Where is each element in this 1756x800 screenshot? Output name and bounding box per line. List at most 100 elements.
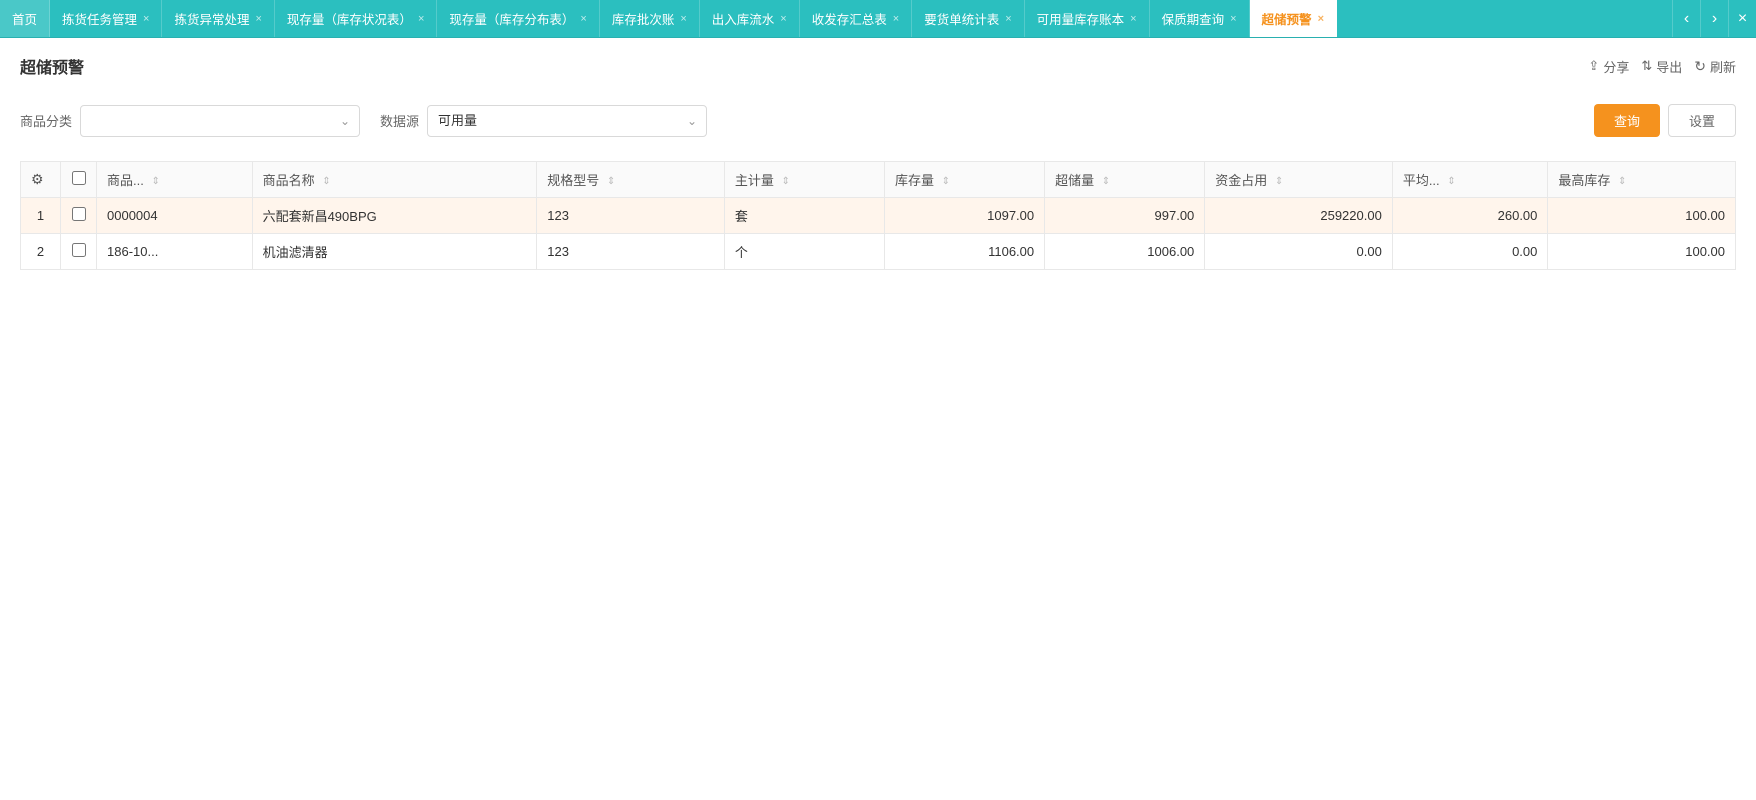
nav-item-close-icon[interactable]: ×: [893, 13, 899, 25]
refresh-label: 刷新: [1710, 57, 1736, 76]
sort-capital-icon[interactable]: ⇕: [1275, 176, 1283, 187]
category-filter-label: 商品分类: [20, 111, 72, 130]
col-header-settings: ⚙: [21, 162, 61, 198]
sort-stock-icon[interactable]: ⇕: [942, 176, 950, 187]
nav-item-label: 拣货任务管理: [62, 9, 137, 28]
filter-actions: 查询 设置: [1594, 104, 1736, 137]
col-header-spec-label: 规格型号: [547, 173, 599, 188]
share-button[interactable]: ⇪ 分享: [1588, 57, 1629, 76]
nav-item-----------[interactable]: 现存量（库存分布表） ×: [437, 0, 599, 38]
data-table: ⚙ 商品... ⇕ 商品名称 ⇕ 规格型号 ⇕ 主计量: [20, 161, 1736, 270]
gear-icon[interactable]: ⚙: [31, 171, 44, 187]
row-avg-cell: 260.00: [1392, 198, 1548, 234]
col-header-checkbox: [61, 162, 97, 198]
table-header-row: ⚙ 商品... ⇕ 商品名称 ⇕ 规格型号 ⇕ 主计量: [21, 162, 1736, 198]
table-row: 2186-10...机油滤清器123个1106.001006.000.000.0…: [21, 234, 1736, 270]
col-header-name: 商品名称 ⇕: [252, 162, 537, 198]
row-unit-cell: 个: [724, 234, 884, 270]
nav-item-label: 要货单统计表: [924, 9, 999, 28]
page-header: 超储预警 ⇪ 分享 ⇅ 导出 ↻ 刷新: [20, 54, 1736, 78]
sort-code-icon[interactable]: ⇕: [151, 176, 159, 187]
category-select[interactable]: [80, 105, 360, 137]
share-label: 分享: [1603, 57, 1629, 76]
category-filter-group: 商品分类 ⌄: [20, 105, 360, 137]
query-button[interactable]: 查询: [1594, 104, 1660, 137]
sort-spec-icon[interactable]: ⇕: [607, 176, 615, 187]
settings-button[interactable]: 设置: [1668, 104, 1736, 137]
sort-max-icon[interactable]: ⇕: [1618, 176, 1626, 187]
datasource-filter-group: 数据源 可用量 库存量 ⌄: [380, 105, 707, 137]
col-header-spec: 规格型号 ⇕: [537, 162, 725, 198]
row-spec-cell: 123: [537, 234, 725, 270]
col-header-max-label: 最高库存: [1558, 173, 1610, 188]
nav-item-------[interactable]: 要货单统计表 ×: [912, 0, 1024, 38]
nav-item-close-icon[interactable]: ×: [680, 13, 686, 25]
nav-arrows: ‹ › ×: [1672, 0, 1756, 38]
col-header-max: 最高库存 ⇕: [1548, 162, 1736, 198]
row-name-cell: 机油滤清器: [252, 234, 537, 270]
page-title: 超储预警: [20, 54, 84, 78]
refresh-button[interactable]: ↻ 刷新: [1694, 57, 1736, 76]
nav-item-close-icon[interactable]: ×: [780, 13, 786, 25]
col-header-unit: 主计量 ⇕: [724, 162, 884, 198]
row-checkbox[interactable]: [72, 207, 86, 221]
nav-item-close-icon[interactable]: ×: [1318, 13, 1324, 25]
row-over-cell: 997.00: [1045, 198, 1205, 234]
col-header-code-label: 商品...: [107, 173, 144, 188]
table-row: 10000004六配套新昌490BPG123套1097.00997.002592…: [21, 198, 1736, 234]
nav-item-label: 可用量库存账本: [1037, 9, 1125, 28]
export-button[interactable]: ⇅ 导出: [1641, 57, 1682, 76]
nav-item-----[interactable]: 超储预警 ×: [1250, 0, 1337, 38]
sort-avg-icon[interactable]: ⇕: [1447, 176, 1455, 187]
nav-item-label: 保质期查询: [1162, 9, 1225, 28]
row-checkbox-cell: [61, 198, 97, 234]
datasource-select[interactable]: 可用量 库存量: [427, 105, 707, 137]
nav-item-----------[interactable]: 现存量（库存状况表） ×: [275, 0, 437, 38]
nav-item-close-icon[interactable]: ×: [580, 13, 586, 25]
nav-item------[interactable]: 保质期查询 ×: [1150, 0, 1250, 38]
nav-item-close-icon[interactable]: ×: [255, 13, 261, 25]
nav-item-------[interactable]: 收发存汇总表 ×: [800, 0, 912, 38]
datasource-select-wrapper: 可用量 库存量 ⌄: [427, 105, 707, 137]
nav-item-close-icon[interactable]: ×: [1130, 13, 1136, 25]
nav-item-label: 拣货异常处理: [174, 9, 249, 28]
nav-prev-button[interactable]: ‹: [1672, 0, 1700, 38]
sort-name-icon[interactable]: ⇕: [322, 176, 330, 187]
nav-item------[interactable]: 库存批次账×: [600, 0, 700, 38]
nav-item-close-icon[interactable]: ×: [1230, 13, 1236, 25]
nav-item-------[interactable]: 拣货异常处理 ×: [162, 0, 274, 38]
nav-item-close-icon[interactable]: ×: [143, 13, 149, 25]
page-container: 超储预警 ⇪ 分享 ⇅ 导出 ↻ 刷新 商品分类 ⌄: [0, 38, 1756, 800]
nav-item------[interactable]: 出入库流水×: [700, 0, 800, 38]
row-index-cell: 1: [21, 198, 61, 234]
col-header-stock: 库存量 ⇕: [884, 162, 1044, 198]
row-checkbox-cell: [61, 234, 97, 270]
nav-item-------[interactable]: 拣货任务管理 ×: [50, 0, 162, 38]
top-navigation: 首页拣货任务管理×拣货异常处理×现存量（库存状况表）×现存量（库存分布表）×库存…: [0, 0, 1756, 38]
nav-item-close-icon[interactable]: ×: [418, 13, 424, 25]
col-header-capital: 资金占用 ⇕: [1205, 162, 1393, 198]
share-icon: ⇪: [1588, 58, 1599, 74]
nav-close-button[interactable]: ×: [1728, 0, 1756, 38]
nav-next-button[interactable]: ›: [1700, 0, 1728, 38]
col-header-capital-label: 资金占用: [1215, 173, 1267, 188]
col-header-over-label: 超储量: [1055, 173, 1094, 188]
datasource-filter-label: 数据源: [380, 111, 419, 130]
nav-item-label: 现存量（库存分布表）: [449, 9, 574, 28]
row-max-cell: 100.00: [1548, 198, 1736, 234]
nav-item-label: 首页: [12, 9, 37, 28]
nav-item-close-icon[interactable]: ×: [1005, 13, 1011, 25]
sort-over-icon[interactable]: ⇕: [1102, 176, 1110, 187]
select-all-checkbox[interactable]: [72, 171, 86, 185]
nav-item---[interactable]: 首页: [0, 0, 50, 38]
filter-row: 商品分类 ⌄ 数据源 可用量 库存量 ⌄ 查询 设置: [20, 94, 1736, 147]
nav-item-label: 超储预警: [1262, 9, 1312, 28]
export-label: 导出: [1656, 57, 1682, 76]
row-code-cell: 0000004: [97, 198, 253, 234]
nav-item-label: 收发存汇总表: [812, 9, 887, 28]
row-spec-cell: 123: [537, 198, 725, 234]
nav-item--------[interactable]: 可用量库存账本 ×: [1025, 0, 1150, 38]
nav-item-label: 现存量（库存状况表）: [287, 9, 412, 28]
sort-unit-icon[interactable]: ⇕: [781, 176, 789, 187]
row-checkbox[interactable]: [72, 243, 86, 257]
